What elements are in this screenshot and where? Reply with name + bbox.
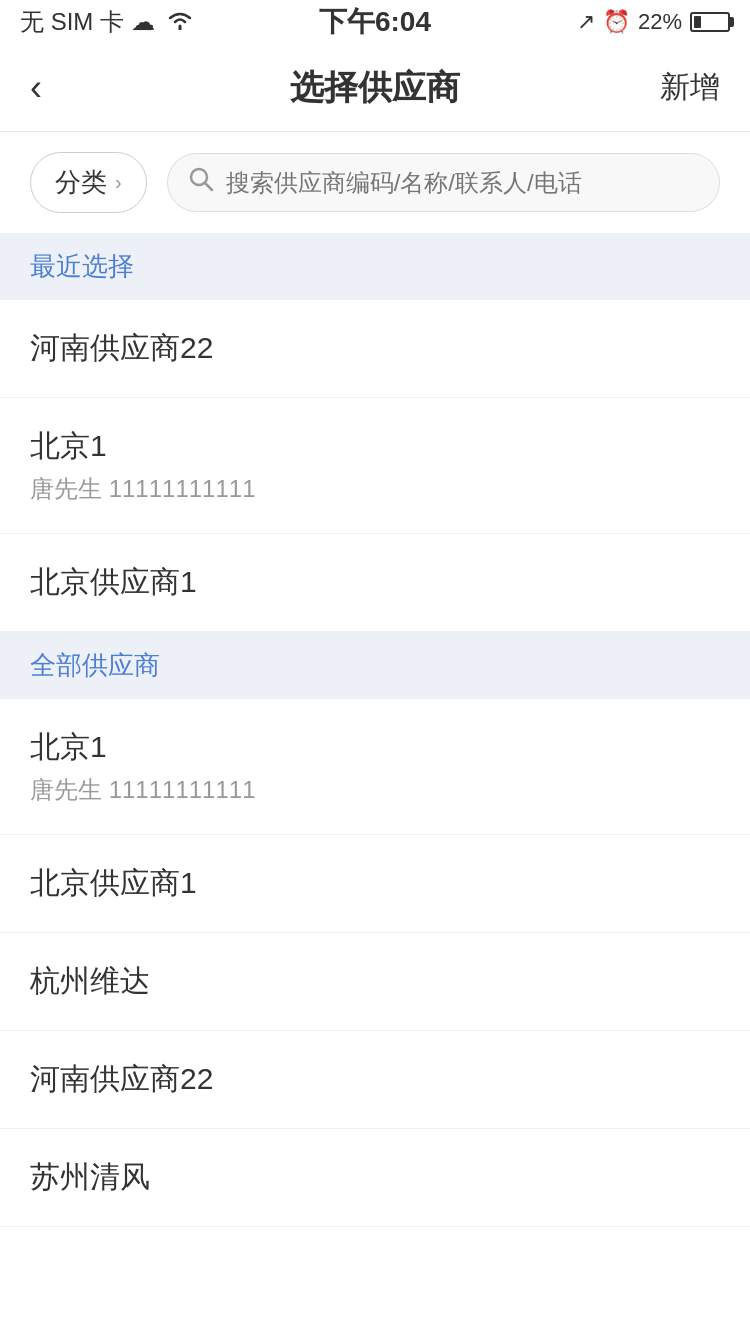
- recent-list: 河南供应商22 北京1 唐先生 11111111111 北京供应商1: [0, 300, 750, 632]
- list-item[interactable]: 河南供应商22: [0, 300, 750, 398]
- nav-title: 选择供应商: [290, 65, 460, 111]
- item-name: 北京供应商1: [30, 863, 720, 904]
- category-label: 分类: [55, 165, 107, 200]
- list-item[interactable]: 北京1 唐先生 11111111111: [0, 398, 750, 534]
- add-button[interactable]: 新增: [660, 67, 720, 108]
- item-name: 北京1: [30, 426, 720, 467]
- chevron-right-icon: ›: [115, 171, 122, 194]
- all-section-label: 全部供应商: [30, 650, 160, 680]
- battery-icon: [690, 12, 730, 32]
- status-bar-left: 无 SIM 卡 ☁: [20, 6, 195, 38]
- list-item[interactable]: 北京1 唐先生 11111111111: [0, 699, 750, 835]
- recent-section-header: 最近选择: [0, 233, 750, 300]
- search-box[interactable]: [167, 153, 720, 212]
- item-name: 北京供应商1: [30, 562, 720, 603]
- all-section-header: 全部供应商: [0, 632, 750, 699]
- location-icon: ↗: [577, 9, 595, 35]
- sim-status: 无 SIM 卡 ☁: [20, 6, 155, 38]
- search-input[interactable]: [226, 169, 699, 197]
- wifi-icon: [165, 8, 195, 36]
- nav-bar: ‹ 选择供应商 新增: [0, 44, 750, 132]
- alarm-icon: ⏰: [603, 9, 630, 35]
- item-sub: 唐先生 11111111111: [30, 774, 720, 806]
- svg-line-1: [205, 183, 212, 190]
- search-icon: [188, 166, 214, 199]
- filter-bar: 分类 ›: [0, 132, 750, 233]
- category-button[interactable]: 分类 ›: [30, 152, 147, 213]
- item-name: 河南供应商22: [30, 1059, 720, 1100]
- list-item[interactable]: 杭州维达: [0, 933, 750, 1031]
- item-name: 苏州清风: [30, 1157, 720, 1198]
- item-name: 北京1: [30, 727, 720, 768]
- battery-percent: 22%: [638, 9, 682, 35]
- list-item[interactable]: 苏州清风: [0, 1129, 750, 1227]
- item-sub: 唐先生 11111111111: [30, 473, 720, 505]
- back-button[interactable]: ‹: [30, 67, 90, 109]
- list-item[interactable]: 河南供应商22: [0, 1031, 750, 1129]
- status-bar-right: ↗ ⏰ 22%: [577, 9, 730, 35]
- recent-section-label: 最近选择: [30, 251, 134, 281]
- status-bar: 无 SIM 卡 ☁ 下午6:04 ↗ ⏰ 22%: [0, 0, 750, 44]
- all-list: 北京1 唐先生 11111111111 北京供应商1 杭州维达河南供应商22 苏州清风: [0, 699, 750, 1227]
- item-name: 杭州维达: [30, 961, 720, 1002]
- status-time: 下午6:04: [319, 3, 431, 41]
- list-item[interactable]: 北京供应商1: [0, 835, 750, 933]
- item-name: 河南供应商22: [30, 328, 720, 369]
- list-item[interactable]: 北京供应商1: [0, 534, 750, 632]
